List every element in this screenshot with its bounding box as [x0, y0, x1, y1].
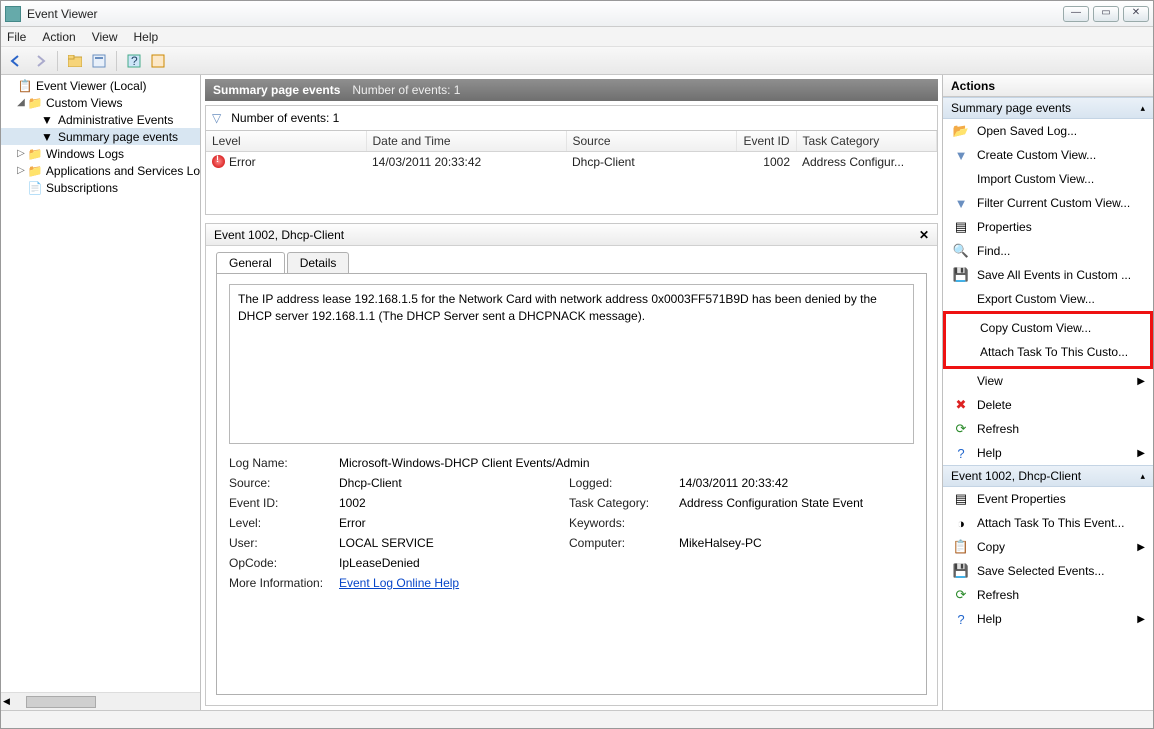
- filter-icon: ▼: [953, 195, 969, 211]
- folder-icon: 📁: [27, 96, 43, 110]
- event-properties-grid: Log Name: Microsoft-Windows-DHCP Client …: [229, 456, 914, 590]
- toolbar-help-icon[interactable]: ?: [123, 50, 145, 72]
- app-icon: [5, 6, 21, 22]
- maximize-button[interactable]: ▭: [1093, 6, 1119, 22]
- save-icon: 💾: [953, 267, 969, 283]
- action-filter-current-view[interactable]: ▼Filter Current Custom View...: [943, 191, 1153, 215]
- col-eventid[interactable]: Event ID: [736, 131, 796, 152]
- event-viewer-icon: 📋: [17, 79, 33, 93]
- tab-details[interactable]: Details: [287, 252, 350, 273]
- action-find[interactable]: 🔍Find...: [943, 239, 1153, 263]
- actions-pane: Actions Summary page events▴ 📂Open Saved…: [943, 75, 1153, 710]
- copy-icon: 📋: [953, 539, 969, 555]
- action-attach-task-event[interactable]: ◑Attach Task To This Event...: [943, 511, 1153, 535]
- tree-apps-services[interactable]: ▷ 📁 Applications and Services Lo: [1, 162, 200, 179]
- tree-subscriptions[interactable]: 📄 Subscriptions: [1, 179, 200, 196]
- filter-icon: ▼: [953, 147, 969, 163]
- filter-icon: ▼: [39, 130, 55, 144]
- event-log-help-link[interactable]: Event Log Online Help: [339, 576, 459, 590]
- folder-icon: 📁: [27, 147, 43, 161]
- error-icon: [212, 155, 225, 168]
- content-header: Summary page events Number of events: 1: [205, 79, 938, 101]
- col-task[interactable]: Task Category: [796, 131, 937, 152]
- content-count: Number of events: 1: [352, 83, 460, 97]
- action-create-custom-view[interactable]: ▼Create Custom View...: [943, 143, 1153, 167]
- menu-help[interactable]: Help: [134, 30, 159, 44]
- folder-icon: 📁: [27, 164, 43, 178]
- action-event-properties[interactable]: ▤Event Properties: [943, 487, 1153, 511]
- action-open-saved-log[interactable]: 📂Open Saved Log...: [943, 119, 1153, 143]
- action-refresh[interactable]: ⟳Refresh: [943, 417, 1153, 441]
- action-help[interactable]: ?Help▶: [943, 441, 1153, 465]
- action-import-custom-view[interactable]: Import Custom View...: [943, 167, 1153, 191]
- back-button[interactable]: [5, 50, 27, 72]
- action-attach-task-custom[interactable]: Attach Task To This Custo...: [946, 340, 1150, 364]
- menu-bar: File Action View Help: [1, 27, 1153, 47]
- action-save-all-events[interactable]: 💾Save All Events in Custom ...: [943, 263, 1153, 287]
- toolbar: ?: [1, 47, 1153, 75]
- detail-close-button[interactable]: ✕: [919, 228, 929, 242]
- action-delete[interactable]: ✖Delete: [943, 393, 1153, 417]
- action-copy[interactable]: 📋Copy▶: [943, 535, 1153, 559]
- svg-text:?: ?: [131, 54, 138, 68]
- refresh-icon: ⟳: [953, 421, 969, 437]
- action-export-custom-view[interactable]: Export Custom View...: [943, 287, 1153, 311]
- detail-title: Event 1002, Dhcp-Client: [214, 228, 344, 242]
- action-copy-custom-view[interactable]: Copy Custom View...: [946, 316, 1150, 340]
- col-date[interactable]: Date and Time: [366, 131, 566, 152]
- action-help-2[interactable]: ?Help▶: [943, 607, 1153, 631]
- delete-icon: ✖: [953, 397, 969, 413]
- filter-icon: ▼: [39, 113, 55, 127]
- window-title: Event Viewer: [27, 7, 1063, 21]
- tree-custom-views[interactable]: ◢ 📁 Custom Views: [1, 94, 200, 111]
- window-titlebar: Event Viewer — ▭ ✕: [1, 1, 1153, 27]
- help-icon: ?: [953, 445, 969, 461]
- properties-icon: ▤: [953, 219, 969, 235]
- toolbar-find-icon[interactable]: [147, 50, 169, 72]
- toolbar-folder-icon[interactable]: [64, 50, 86, 72]
- filter-bar: ▽ Number of events: 1: [205, 105, 938, 131]
- save-icon: 💾: [953, 563, 969, 579]
- minimize-button[interactable]: —: [1063, 6, 1089, 22]
- menu-action[interactable]: Action: [42, 30, 75, 44]
- content-title: Summary page events: [213, 83, 340, 97]
- tree-scrollbar[interactable]: ◀: [1, 692, 200, 710]
- actions-section-summary[interactable]: Summary page events▴: [943, 97, 1153, 119]
- actions-title: Actions: [943, 75, 1153, 97]
- open-icon: 📂: [953, 123, 969, 139]
- toolbar-properties-icon[interactable]: [88, 50, 110, 72]
- highlighted-actions: Copy Custom View... Attach Task To This …: [943, 311, 1153, 369]
- content-pane: Summary page events Number of events: 1 …: [201, 75, 943, 710]
- find-icon: 🔍: [953, 243, 969, 259]
- action-save-selected[interactable]: 💾Save Selected Events...: [943, 559, 1153, 583]
- action-properties[interactable]: ▤Properties: [943, 215, 1153, 239]
- tree-summary-page[interactable]: ▼ Summary page events: [1, 128, 200, 145]
- subscriptions-icon: 📄: [27, 181, 43, 195]
- filter-count: Number of events: 1: [231, 111, 339, 125]
- help-icon: ?: [953, 611, 969, 627]
- tab-general[interactable]: General: [216, 252, 285, 273]
- status-bar: [1, 710, 1153, 728]
- col-level[interactable]: Level: [206, 131, 366, 152]
- actions-section-event[interactable]: Event 1002, Dhcp-Client▴: [943, 465, 1153, 487]
- event-message: The IP address lease 192.168.1.5 for the…: [229, 284, 914, 444]
- refresh-icon: ⟳: [953, 587, 969, 603]
- tree-windows-logs[interactable]: ▷ 📁 Windows Logs: [1, 145, 200, 162]
- forward-button[interactable]: [29, 50, 51, 72]
- event-detail-panel: Event 1002, Dhcp-Client ✕ General Detail…: [205, 223, 938, 706]
- event-row[interactable]: Error 14/03/2011 20:33:42 Dhcp-Client 10…: [206, 152, 937, 173]
- event-list: Level Date and Time Source Event ID Task…: [205, 131, 938, 215]
- close-button[interactable]: ✕: [1123, 6, 1149, 22]
- action-refresh-2[interactable]: ⟳Refresh: [943, 583, 1153, 607]
- col-source[interactable]: Source: [566, 131, 736, 152]
- tree-root[interactable]: 📋 Event Viewer (Local): [1, 77, 200, 94]
- menu-file[interactable]: File: [7, 30, 26, 44]
- tree-admin-events[interactable]: ▼ Administrative Events: [1, 111, 200, 128]
- menu-view[interactable]: View: [92, 30, 118, 44]
- properties-icon: ▤: [953, 491, 969, 507]
- filter-icon[interactable]: ▽: [212, 111, 221, 125]
- action-view[interactable]: View▶: [943, 369, 1153, 393]
- navigation-tree: 📋 Event Viewer (Local) ◢ 📁 Custom Views …: [1, 75, 201, 710]
- task-icon: ◑: [953, 515, 969, 531]
